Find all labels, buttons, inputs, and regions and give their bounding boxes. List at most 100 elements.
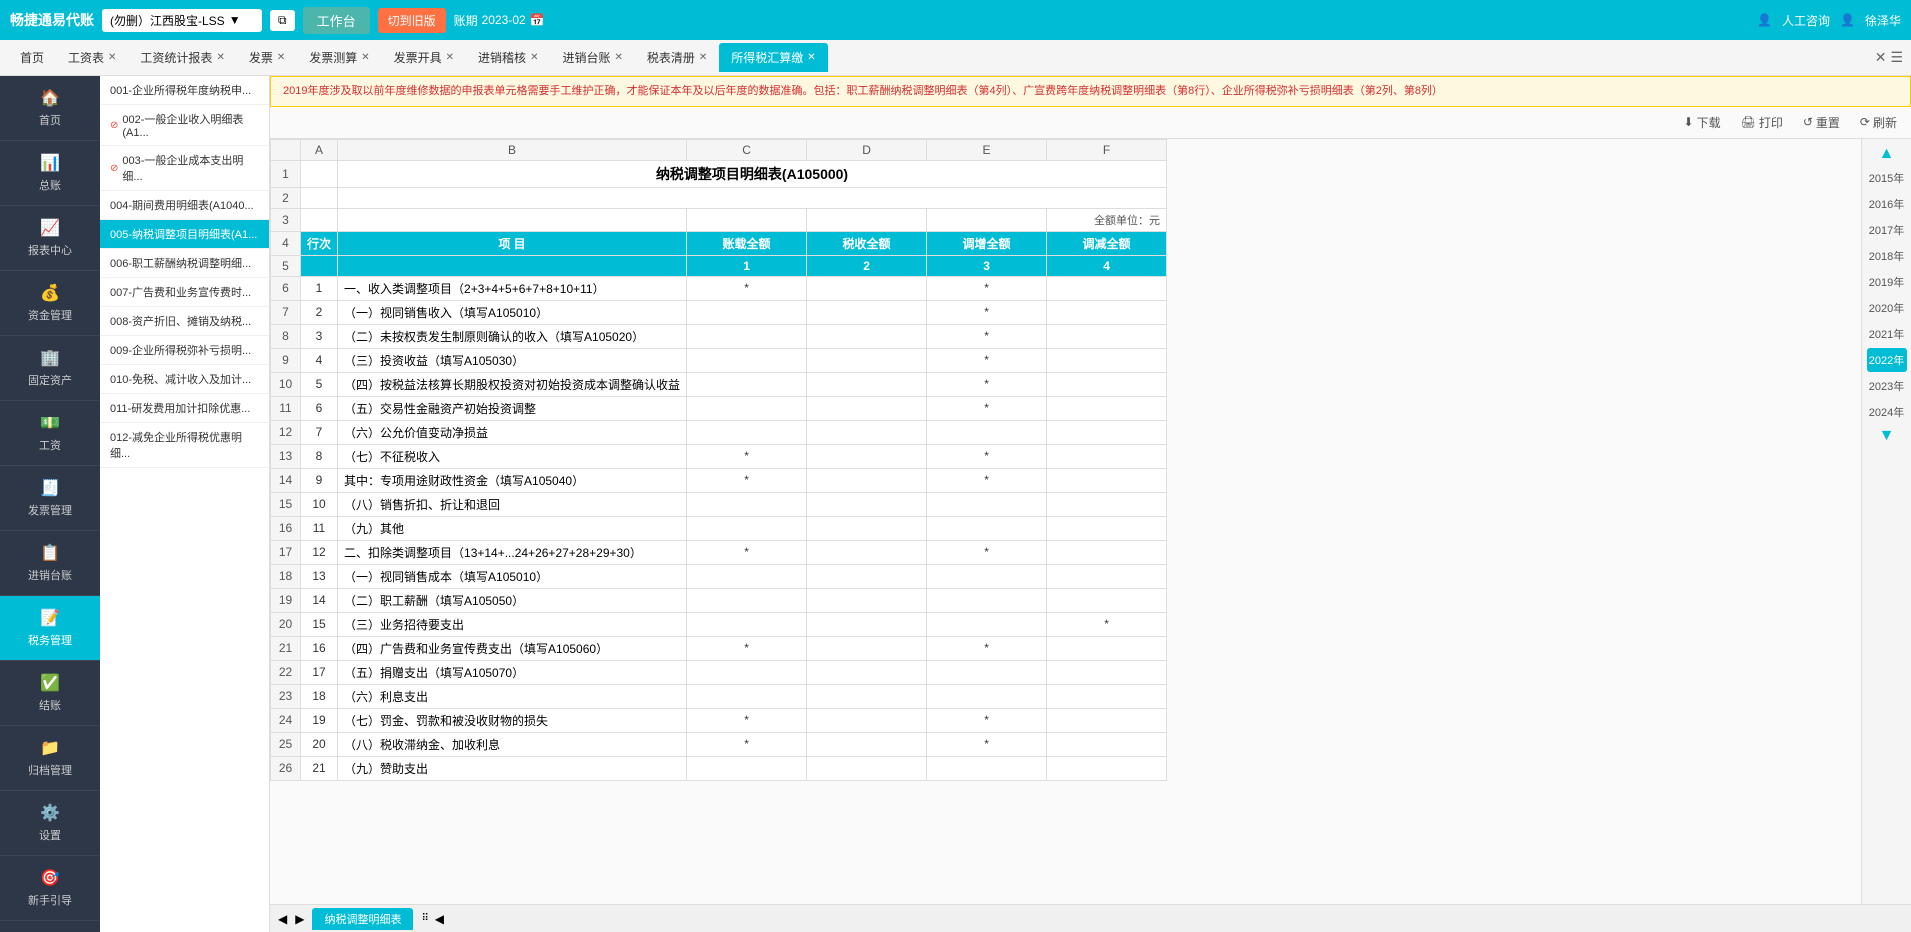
- sidebar-item-assets[interactable]: 🏢 固定资产: [0, 336, 100, 401]
- support-label[interactable]: 人工咨询: [1782, 12, 1830, 29]
- file-item-007[interactable]: 007-广告费和业务宣传费时...: [100, 278, 269, 307]
- unit-label: 全额单位：元: [1047, 208, 1167, 231]
- file-item-009[interactable]: 009-企业所得税弥补亏损明...: [100, 336, 269, 365]
- company-selector[interactable]: (勿删）江西股宝-LSS ▼: [102, 9, 262, 32]
- year-2020[interactable]: 2020年: [1867, 296, 1907, 320]
- tab-payroll-stats-close[interactable]: ✕: [216, 52, 224, 63]
- switch-old-button[interactable]: 切到旧版: [378, 8, 446, 33]
- nav-left-icon[interactable]: ◀: [278, 912, 287, 926]
- table-row: 19 14 （二）职工薪酬（填写A105050）: [271, 588, 1167, 612]
- tab-invoice-close[interactable]: ✕: [277, 52, 285, 63]
- sidebar-item-home[interactable]: 🏠 首页: [0, 76, 100, 141]
- year-2019[interactable]: 2019年: [1867, 270, 1907, 294]
- sheet-tab-adjust[interactable]: 纳税调整明细表: [312, 908, 413, 930]
- year-nav-down[interactable]: ▼: [1877, 425, 1897, 447]
- file-item-008[interactable]: 008-资产折旧、摊销及纳税...: [100, 307, 269, 336]
- top-bar: 畅捷通易代账 (勿删）江西股宝-LSS ▼ ⧉ 工作台 切到旧版 账期 2023…: [0, 0, 1911, 40]
- sidebar-item-salary[interactable]: 💵 工资: [0, 401, 100, 466]
- copy-icon-button[interactable]: ⧉: [270, 10, 295, 31]
- sidebar-item-archive[interactable]: 📁 归档管理: [0, 726, 100, 791]
- tab-tax-list[interactable]: 税表清册 ✕: [635, 43, 719, 72]
- table-row: 22 17 （五）捐赠支出（填写A105070）: [271, 660, 1167, 684]
- header-book-amount: 账载全额: [687, 231, 807, 255]
- sidebar: 🏠 首页 📊 总账 📈 报表中心 💰 资金管理 🏢 固定资产 💵 工资 🧾 发票…: [0, 76, 100, 932]
- download-button[interactable]: ⬇ 下载: [1678, 111, 1727, 134]
- tax-icon: 📝: [40, 608, 60, 628]
- tab-invoice-calc-close[interactable]: ✕: [361, 52, 369, 63]
- sidebar-item-reports[interactable]: 📈 报表中心: [0, 206, 100, 271]
- sidebar-item-finance[interactable]: 💰 资金管理: [0, 271, 100, 336]
- col-header-C: C: [687, 139, 807, 160]
- year-2015[interactable]: 2015年: [1867, 166, 1907, 190]
- tab-menu-icon[interactable]: ☰: [1890, 49, 1903, 66]
- tab-payroll-close[interactable]: ✕: [108, 52, 116, 63]
- file-item-010[interactable]: 010-免税、减计收入及加计...: [100, 365, 269, 394]
- file-item-005[interactable]: 005-纳税调整项目明细表(A1...: [100, 220, 269, 249]
- alert-text: 2019年度涉及取以前年度维修数据的申报表单元格需要手工维护正确，才能保证本年及…: [283, 85, 1443, 97]
- nav-right-icon[interactable]: ▶: [295, 912, 304, 926]
- table-row: 23 18 （六）利息支出: [271, 684, 1167, 708]
- file-item-002[interactable]: ⊘ 002-一般企业收入明细表(A1...: [100, 105, 269, 146]
- sidebar-item-closing[interactable]: ✅ 结账: [0, 661, 100, 726]
- file-item-003[interactable]: ⊘ 003-一般企业成本支出明细...: [100, 146, 269, 191]
- scroll-left-icon[interactable]: ◀: [435, 912, 444, 926]
- year-2017[interactable]: 2017年: [1867, 218, 1907, 242]
- table-row: 21 16 （四）广告费和业务宣传费支出（填写A105060） * *: [271, 636, 1167, 660]
- year-nav-up[interactable]: ▲: [1877, 143, 1897, 165]
- sidebar-item-purchase-sales[interactable]: 📋 进销台账: [0, 531, 100, 596]
- sidebar-item-tax[interactable]: 📝 税务管理: [0, 596, 100, 661]
- tab-home[interactable]: 首页: [8, 43, 56, 72]
- tab-invoice-open-close[interactable]: ✕: [446, 52, 454, 63]
- table-row: 15 10 （八）销售折扣、折让和退回: [271, 492, 1167, 516]
- year-2016[interactable]: 2016年: [1867, 192, 1907, 216]
- year-2022[interactable]: 2022年: [1867, 348, 1907, 372]
- tab-payroll[interactable]: 工资表 ✕: [56, 43, 128, 72]
- sheet-container[interactable]: A B C D E F 1 纳税调整项目明细表(A1: [270, 139, 1861, 905]
- tab-payroll-stats[interactable]: 工资统计报表 ✕: [128, 43, 236, 72]
- tab-invoice[interactable]: 发票 ✕: [237, 43, 297, 72]
- tab-invoice-calc[interactable]: 发票测算 ✕: [297, 43, 381, 72]
- table-row: 20 15 （三）业务招待要支出 *: [271, 612, 1167, 636]
- calendar-icon[interactable]: 📅: [530, 13, 545, 27]
- file-item-004[interactable]: 004-期间费用明细表(A1040...: [100, 191, 269, 220]
- file-item-001[interactable]: 001-企业所得税年度纳税申...: [100, 76, 269, 105]
- tab-tax-list-close[interactable]: ✕: [699, 52, 707, 63]
- year-2018[interactable]: 2018年: [1867, 244, 1907, 268]
- tab-close-all-icon[interactable]: ✕: [1875, 49, 1887, 66]
- file-item-012[interactable]: 012-减免企业所得税优惠明细...: [100, 423, 269, 468]
- period-display: 账期 2023-02 📅: [454, 12, 545, 29]
- tab-sales-check[interactable]: 进销稽核 ✕: [466, 43, 550, 72]
- tab-invoice-calc-label: 发票测算: [309, 49, 357, 66]
- sidebar-item-guide[interactable]: 🎯 新手引导: [0, 856, 100, 921]
- salary-icon: 💵: [40, 413, 60, 433]
- table-row: 26 21 （九）赞助支出: [271, 756, 1167, 780]
- file-item-011[interactable]: 011-研发费用加计扣除优惠...: [100, 394, 269, 423]
- tab-income-tax-close[interactable]: ✕: [807, 52, 815, 63]
- table-row: 17 12 二、扣除类调整项目（13+14+...24+26+27+28+29+…: [271, 540, 1167, 564]
- year-2021[interactable]: 2021年: [1867, 322, 1907, 346]
- header-increase: 调增全额: [927, 231, 1047, 255]
- year-2023[interactable]: 2023年: [1867, 374, 1907, 398]
- sidebar-item-ledger[interactable]: 📊 总账: [0, 141, 100, 206]
- table-row: 10 5 （四）按税益法核算长期股权投资对初始投资成本调整确认收益 *: [271, 372, 1167, 396]
- sidebar-ledger-label: 总账: [39, 177, 61, 193]
- row-num-1: 1: [271, 160, 301, 187]
- sidebar-item-vip[interactable]: 👑 畅会员: [0, 921, 100, 932]
- sidebar-item-settings[interactable]: ⚙️ 设置: [0, 791, 100, 856]
- settings-icon: ⚙️: [40, 803, 60, 823]
- reports-icon: 📈: [40, 218, 60, 238]
- print-button[interactable]: 🖨 打印: [1735, 111, 1789, 134]
- sidebar-item-invoice-mgmt[interactable]: 🧾 发票管理: [0, 466, 100, 531]
- file-item-006[interactable]: 006-职工薪酬纳税调整明细...: [100, 249, 269, 278]
- guide-icon: 🎯: [40, 868, 60, 888]
- tab-sales-check-close[interactable]: ✕: [530, 52, 538, 63]
- tab-income-tax[interactable]: 所得税汇算缴 ✕: [719, 43, 827, 72]
- tab-sales-ledger-close[interactable]: ✕: [614, 52, 622, 63]
- refresh-button[interactable]: ⟳ 刷新: [1854, 111, 1903, 134]
- tab-sales-ledger[interactable]: 进销台账 ✕: [550, 43, 634, 72]
- tab-invoice-open[interactable]: 发票开具 ✕: [382, 43, 466, 72]
- reset-button[interactable]: ↺ 重置: [1797, 111, 1846, 134]
- year-2024[interactable]: 2024年: [1867, 400, 1907, 424]
- workbench-button[interactable]: 工作台: [303, 7, 370, 34]
- scroll-indicator-icon: ⠿: [421, 913, 428, 924]
